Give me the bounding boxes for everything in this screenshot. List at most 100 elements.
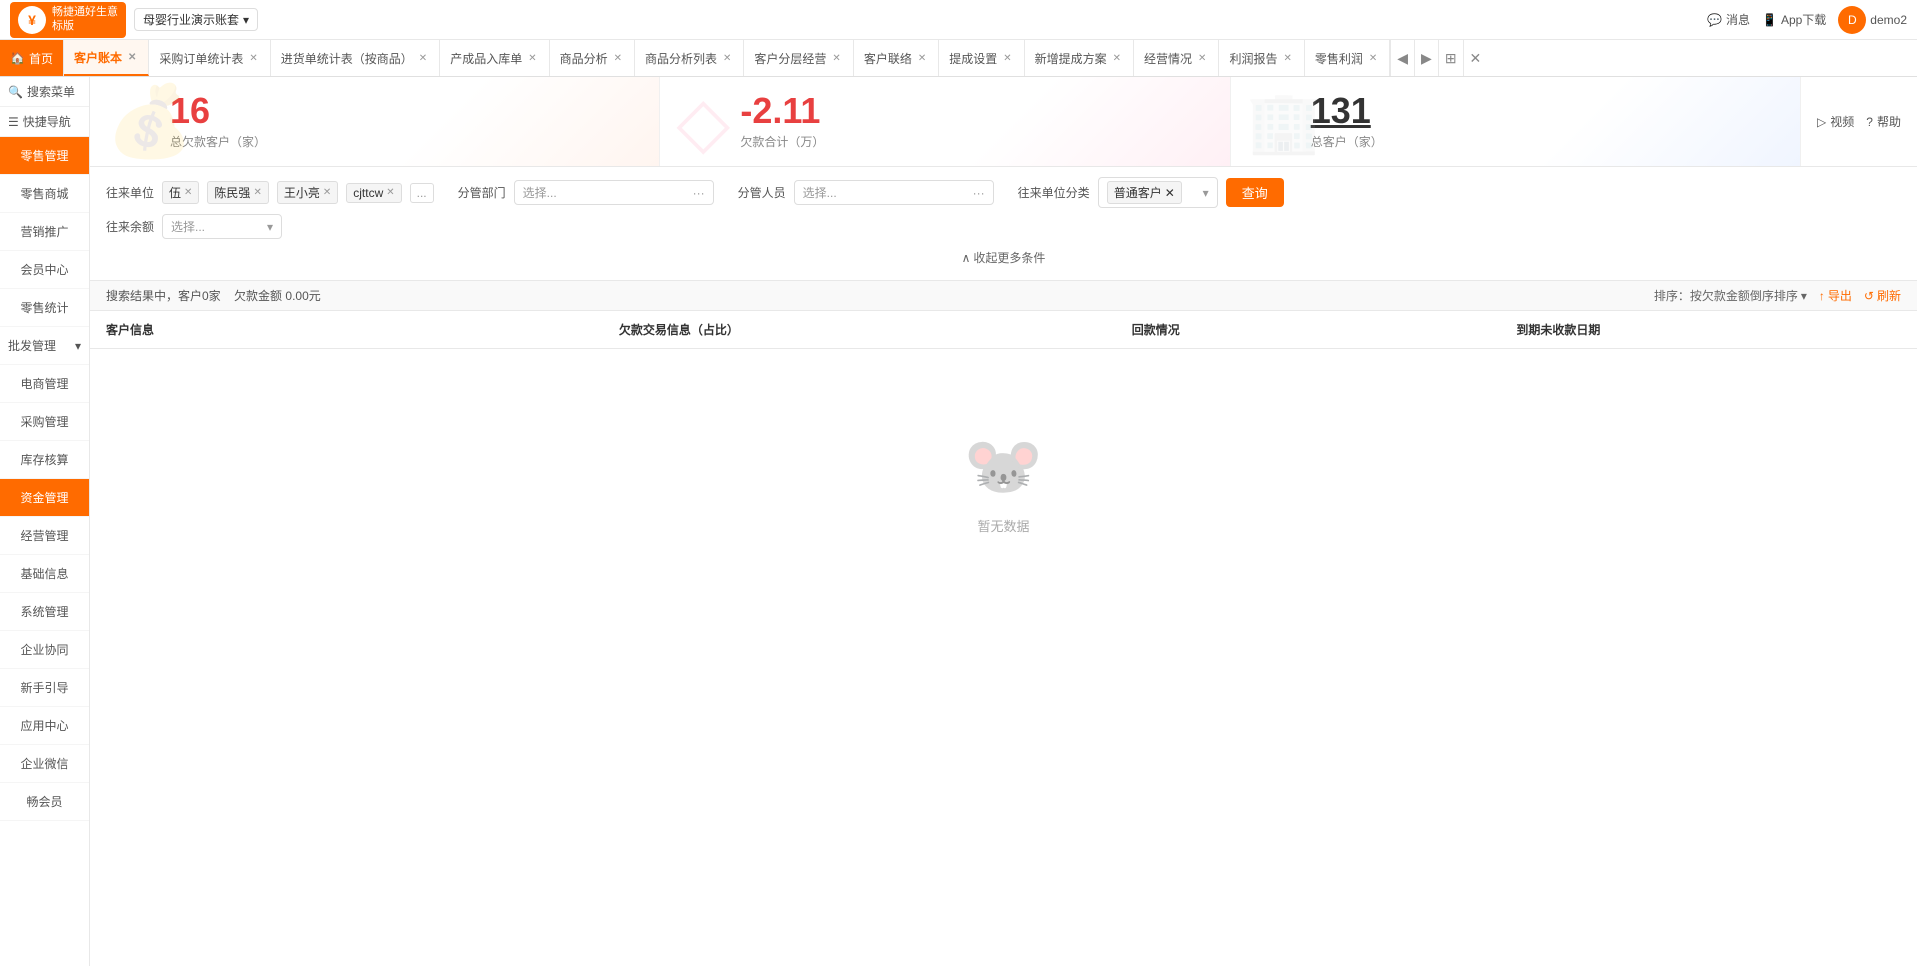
empty-state: 🐭 暂无数据 xyxy=(90,349,1917,615)
tab-promotion-settings[interactable]: 提成设置 ✕ xyxy=(939,40,1024,76)
tab-retail-profit[interactable]: 零售利润 ✕ xyxy=(1305,40,1390,76)
tab-close-business[interactable]: ✕ xyxy=(1196,53,1208,64)
balance-chevron-icon: ▾ xyxy=(267,220,273,234)
tab-close-segments[interactable]: ✕ xyxy=(830,53,842,64)
filter-tag-chen: 陈民强 ✕ xyxy=(207,181,268,204)
filter-tag-wang-close[interactable]: ✕ xyxy=(323,187,331,198)
tab-bar: 🏠 首页 客户账本 ✕ 采购订单统计表 ✕ 进货单统计表（按商品） ✕ 产成品入… xyxy=(0,40,1917,77)
diamond-icon: ◇ xyxy=(676,83,730,161)
stats-header: 💰 16 总欠款客户（家） ◇ -2.11 欠款合计（万） 🏢 xyxy=(90,77,1917,167)
filter-tag-cjttcw-close[interactable]: ✕ xyxy=(386,187,394,198)
classify-tag: 普通客户 ✕ xyxy=(1107,181,1182,204)
app-download-btn[interactable]: 📱 App下载 xyxy=(1762,11,1826,28)
sidebar-item-retail-stats[interactable]: 零售统计 xyxy=(0,289,89,327)
sidebar-item-purchase[interactable]: 采购管理 xyxy=(0,403,89,441)
nav-icon: ☰ xyxy=(8,115,19,129)
query-button[interactable]: 查询 xyxy=(1226,178,1284,207)
sidebar-quick-nav[interactable]: ☰ 快捷导航 xyxy=(0,107,89,137)
table-col-customer: 客户信息 xyxy=(106,321,619,338)
tab-expand-btn[interactable]: ⊞ xyxy=(1438,40,1463,76)
tab-prev-btn[interactable]: ◀ xyxy=(1390,40,1414,76)
sidebar-item-inventory[interactable]: 库存核算 xyxy=(0,441,89,479)
results-bar: 搜索结果中，客户0家 欠款金额 0.00元 排序：按欠款金额倒序排序 ▾ ↑ 导… xyxy=(90,281,1917,311)
refresh-icon: ↺ xyxy=(1864,289,1874,303)
tab-close-contact[interactable]: ✕ xyxy=(916,53,928,64)
collapse-btn[interactable]: ∧ 收起更多条件 xyxy=(962,249,1046,266)
tab-close-promotion[interactable]: ✕ xyxy=(1001,53,1013,64)
sidebar-item-finance[interactable]: 资金管理 xyxy=(0,479,89,517)
video-btn[interactable]: ▷ 视频 xyxy=(1817,113,1854,130)
tab-close-achievement[interactable]: ✕ xyxy=(1111,53,1123,64)
filter-tag-chen-close[interactable]: ✕ xyxy=(253,187,261,198)
sidebar-item-basics[interactable]: 基础信息 xyxy=(0,555,89,593)
message-btn[interactable]: 💬 消息 xyxy=(1707,11,1750,28)
help-btn[interactable]: ? 帮助 xyxy=(1866,113,1901,130)
logo-line1: 畅捷通好生意 xyxy=(52,6,118,19)
sidebar-item-retail[interactable]: 零售管理 xyxy=(0,137,89,175)
tab-next-btn[interactable]: ▶ xyxy=(1414,40,1438,76)
export-btn[interactable]: ↑ 导出 xyxy=(1819,287,1852,304)
tab-business-status[interactable]: 经营情况 ✕ xyxy=(1134,40,1219,76)
sidebar-item-enterprise-wechat[interactable]: 企业微信 xyxy=(0,745,89,783)
tab-customer-contact[interactable]: 客户联络 ✕ xyxy=(854,40,939,76)
tab-home[interactable]: 🏠 首页 xyxy=(0,40,64,76)
tab-close-accounts[interactable]: ✕ xyxy=(126,52,138,63)
tab-product-analysis-list[interactable]: 商品分析列表 ✕ xyxy=(635,40,744,76)
building-icon: 🏢 xyxy=(1247,88,1322,155)
header-actions: ▷ 视频 ? 帮助 xyxy=(1801,77,1917,166)
tab-close-profit[interactable]: ✕ xyxy=(1281,53,1293,64)
tab-close-analysis-list[interactable]: ✕ xyxy=(721,53,733,64)
arrow-icon: ▾ xyxy=(75,339,81,353)
tab-profit-report[interactable]: 利润报告 ✕ xyxy=(1219,40,1304,76)
content-area: 💰 16 总欠款客户（家） ◇ -2.11 欠款合计（万） 🏢 xyxy=(90,77,1917,966)
classify-select[interactable]: 普通客户 ✕ ▾ xyxy=(1098,177,1218,208)
tab-inbound-stats[interactable]: 进货单统计表（按商品） ✕ xyxy=(271,40,440,76)
logo-icon: ¥ xyxy=(18,6,46,34)
filter-tag-wu-close[interactable]: ✕ xyxy=(184,187,192,198)
play-icon: ▷ xyxy=(1817,115,1826,129)
classify-tag-close[interactable]: ✕ xyxy=(1165,186,1175,200)
tab-accounts[interactable]: 客户账本 ✕ xyxy=(64,40,149,76)
classify-chevron-icon: ▾ xyxy=(1203,186,1209,200)
tab-new-achievement[interactable]: 新增提成方案 ✕ xyxy=(1025,40,1134,76)
collapse-up-icon: ∧ xyxy=(962,251,971,265)
sidebar-item-new-user[interactable]: 新手引导 xyxy=(0,669,89,707)
sidebar-item-operations[interactable]: 经营管理 xyxy=(0,517,89,555)
tab-close-product-inbound[interactable]: ✕ xyxy=(526,53,538,64)
unit-filter-label: 往来单位 xyxy=(106,184,154,201)
top-bar: ¥ 畅捷通好生意 标版 母婴行业演示账套 ▾ 💬 消息 📱 App下载 D de… xyxy=(0,0,1917,40)
sidebar-item-retail-mall[interactable]: 零售商城 xyxy=(0,175,89,213)
sidebar-item-app-center[interactable]: 应用中心 xyxy=(0,707,89,745)
tab-close-product-analysis[interactable]: ✕ xyxy=(612,53,624,64)
tab-product-analysis[interactable]: 商品分析 ✕ xyxy=(550,40,635,76)
tab-close-retail-profit[interactable]: ✕ xyxy=(1367,53,1379,64)
sidebar-item-ecommerce[interactable]: 电商管理 xyxy=(0,365,89,403)
user-btn[interactable]: D demo2 xyxy=(1838,6,1907,34)
refresh-btn[interactable]: ↺ 刷新 xyxy=(1864,287,1901,304)
sidebar-item-wholesale[interactable]: 批发管理 ▾ xyxy=(0,327,89,365)
sidebar-item-member[interactable]: 会员中心 xyxy=(0,251,89,289)
tab-close-purchase[interactable]: ✕ xyxy=(247,53,259,64)
account-selector[interactable]: 母婴行业演示账套 ▾ xyxy=(134,8,258,31)
tab-purchase-orders[interactable]: 采购订单统计表 ✕ xyxy=(149,40,270,76)
balance-select[interactable]: 选择... ▾ xyxy=(162,214,282,239)
dept-filter-label: 分管部门 xyxy=(458,184,506,201)
tab-product-inbound[interactable]: 产成品入库单 ✕ xyxy=(440,40,549,76)
tab-close-inbound[interactable]: ✕ xyxy=(417,53,429,64)
sort-label: 排序：按欠款金额倒序排序 xyxy=(1654,287,1798,304)
person-select[interactable]: 选择... ··· xyxy=(794,180,994,205)
classify-filter-label: 往来单位分类 xyxy=(1018,184,1090,201)
more-units-btn[interactable]: ... xyxy=(410,183,434,203)
dept-select[interactable]: 选择... ··· xyxy=(514,180,714,205)
home-icon: 🏠 xyxy=(10,51,25,65)
sidebar-search[interactable]: 🔍 搜索菜单 xyxy=(0,77,89,107)
stat-card-total-customers: 🏢 131 总客户（家） xyxy=(1231,77,1801,166)
sort-select[interactable]: 排序：按欠款金额倒序排序 ▾ xyxy=(1654,287,1807,304)
sidebar-item-marketing[interactable]: 营销推广 xyxy=(0,213,89,251)
tab-close-all-btn[interactable]: ✕ xyxy=(1463,40,1488,76)
sidebar-item-enterprise-coop[interactable]: 企业协同 xyxy=(0,631,89,669)
sidebar-item-vip-member[interactable]: 畅会员 xyxy=(0,783,89,821)
sidebar-item-system[interactable]: 系统管理 xyxy=(0,593,89,631)
tab-customer-segments[interactable]: 客户分层经营 ✕ xyxy=(744,40,853,76)
table-col-debt-info: 欠款交易信息（占比） xyxy=(619,321,1132,338)
